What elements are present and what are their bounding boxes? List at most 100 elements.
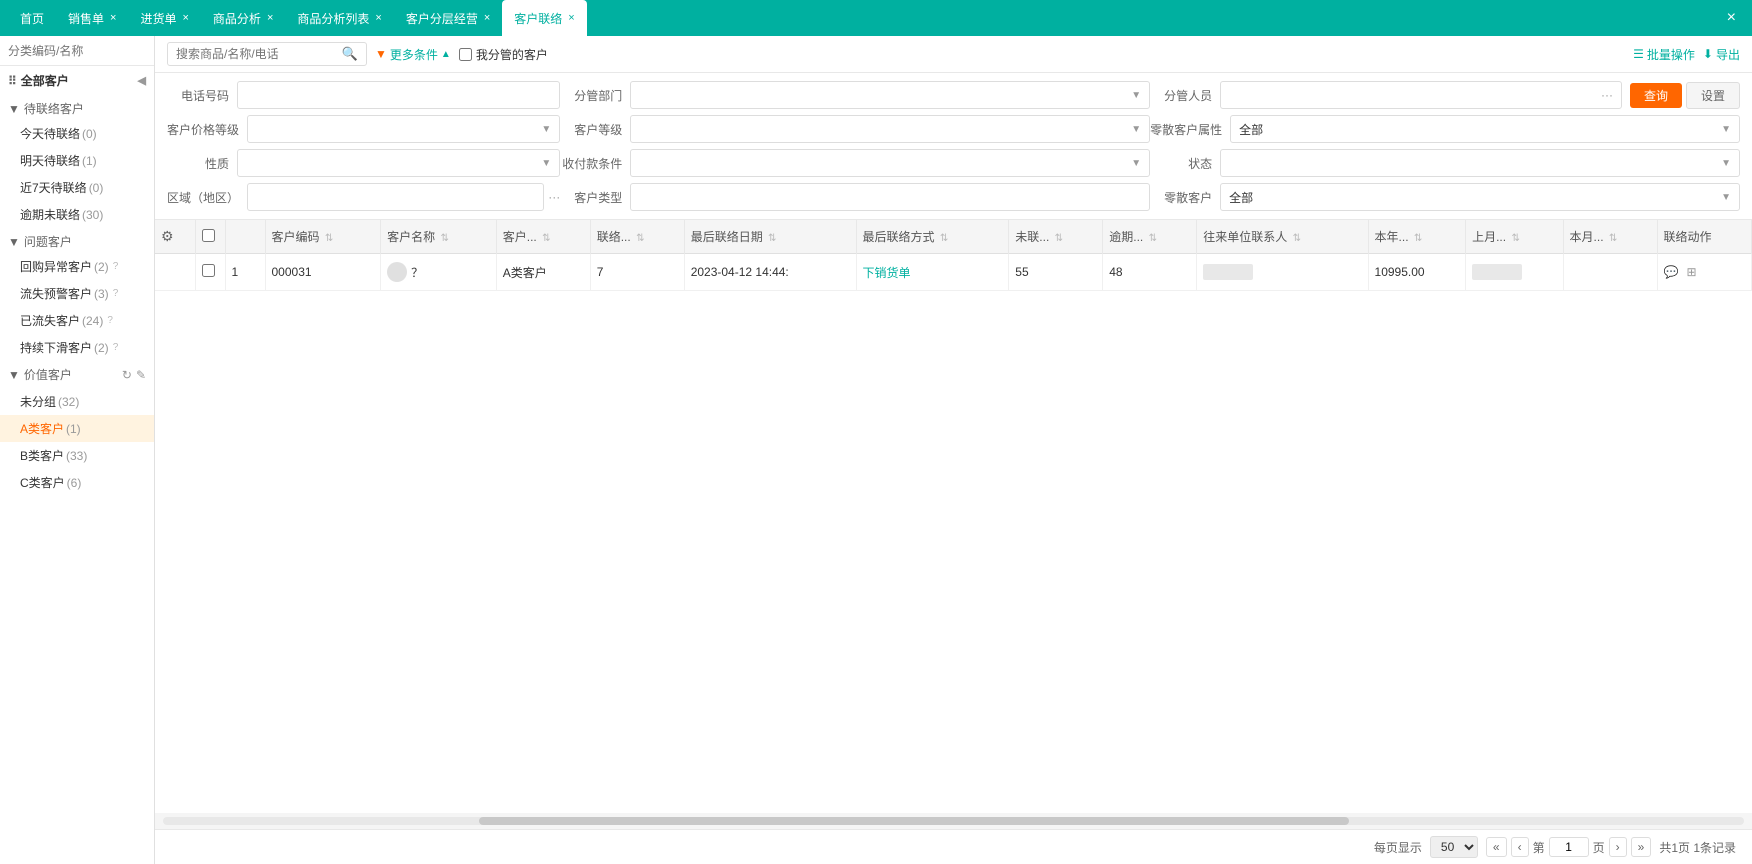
- sidebar-item-churn-warning[interactable]: 流失预警客户 (3) ?: [0, 280, 154, 307]
- settings-button[interactable]: 设置: [1686, 82, 1740, 109]
- refresh-icon[interactable]: ↻: [122, 368, 132, 382]
- nav-home[interactable]: 首页: [8, 0, 56, 36]
- batch-operation-button[interactable]: ☰ 批量操作: [1633, 46, 1695, 63]
- customer-table: ⚙ 客户编码 ⇅ 客户名称 ⇅: [155, 220, 1752, 291]
- sort-icon-name[interactable]: ⇅: [440, 233, 448, 244]
- sort-icon-type[interactable]: ⇅: [542, 233, 550, 244]
- region-more-icon[interactable]: ···: [548, 190, 560, 204]
- close-customer-contact-tab[interactable]: ×: [568, 12, 574, 24]
- customer-table-wrap: ⚙ 客户编码 ⇅ 客户名称 ⇅: [155, 220, 1752, 813]
- page-size-select[interactable]: 50: [1430, 836, 1478, 858]
- sort-icon-overdue[interactable]: ⇅: [1149, 233, 1157, 244]
- more-action-icon[interactable]: ⊞: [1686, 265, 1696, 279]
- retail-attr-select[interactable]: 全部 ▼: [1230, 115, 1740, 143]
- dept-dropdown-arrow: ▼: [1131, 90, 1141, 101]
- scroll-thumb[interactable]: [479, 817, 1349, 825]
- sidebar-item-unsorted[interactable]: 未分组 (32): [0, 388, 154, 415]
- sort-icon-code[interactable]: ⇅: [325, 233, 333, 244]
- contact-action-icon[interactable]: 💬: [1664, 265, 1679, 279]
- table-gear-icon[interactable]: ⚙: [161, 228, 174, 244]
- td-settings: [155, 254, 195, 291]
- td-code: 000031: [265, 254, 381, 291]
- close-product-analysis-tab[interactable]: ×: [267, 12, 273, 24]
- customer-type-input[interactable]: [630, 183, 1150, 211]
- page-number-input[interactable]: [1549, 837, 1589, 857]
- phone-input[interactable]: [237, 81, 560, 109]
- sort-icon-this-month[interactable]: ⇅: [1609, 233, 1617, 244]
- filter-search-icon[interactable]: 🔍: [342, 46, 358, 62]
- sidebar-item-churned[interactable]: 已流失客户 (24) ?: [0, 307, 154, 334]
- nav-tab-purchase[interactable]: 进货单 ×: [128, 0, 200, 36]
- sort-icon-contact-person[interactable]: ⇅: [1293, 233, 1301, 244]
- sidebar-item-b-class[interactable]: B类客户 (33): [0, 442, 154, 469]
- sort-icon-contact[interactable]: ⇅: [636, 233, 644, 244]
- sidebar-item-a-class[interactable]: A类客户 (1): [0, 415, 154, 442]
- sidebar-item-today-contact[interactable]: 今天待联络 (0): [0, 120, 154, 147]
- my-customers-filter[interactable]: 我分管的客户: [459, 46, 548, 63]
- sidebar-item-overdue-contact[interactable]: 逾期未联络 (30): [0, 201, 154, 228]
- sort-icon-last-date[interactable]: ⇅: [768, 233, 776, 244]
- sidebar-item-repurchase-anomaly[interactable]: 回购异常客户 (2) ?: [0, 253, 154, 280]
- dept-select[interactable]: ▼: [630, 81, 1150, 109]
- status-select[interactable]: ▼: [1220, 149, 1740, 177]
- nav-tab-product-analysis-list[interactable]: 商品分析列表 ×: [285, 0, 393, 36]
- filter-more-button[interactable]: ▼ 更多条件 ▲: [375, 46, 451, 63]
- customer-level-arrow: ▼: [1131, 124, 1141, 135]
- td-action: 💬 ⊞: [1657, 254, 1752, 291]
- filter-cell-retail-attr: 零散客户属性 全部 ▼: [1150, 115, 1740, 143]
- filter-row-2: 客户价格等级 ▼ 客户等级 ▼ 零散客户属性 全部: [167, 115, 1740, 143]
- retail-attr-label: 零散客户属性: [1150, 121, 1230, 138]
- sidebar-item-7days-contact[interactable]: 近7天待联络 (0): [0, 174, 154, 201]
- last-method-link[interactable]: 下销货单: [863, 266, 911, 280]
- select-all-checkbox[interactable]: [202, 229, 215, 242]
- manager-select[interactable]: ···: [1220, 81, 1622, 109]
- triangle-icon: ▼: [8, 102, 20, 116]
- row-checkbox[interactable]: [202, 264, 215, 277]
- sidebar-item-tomorrow-contact[interactable]: 明天待联络 (1): [0, 147, 154, 174]
- nav-tab-customer-layer[interactable]: 客户分层经营 ×: [394, 0, 502, 36]
- retail-customer-select[interactable]: 全部 ▼: [1220, 183, 1740, 211]
- horizontal-scrollbar: [155, 813, 1752, 829]
- nav-tab-product-analysis[interactable]: 商品分析 ×: [201, 0, 285, 36]
- th-this-month: 本月... ⇅: [1563, 220, 1657, 254]
- sidebar-item-declining[interactable]: 持续下滑客户 (2) ?: [0, 334, 154, 361]
- last-page-button[interactable]: »: [1631, 837, 1652, 857]
- customer-type-label: 客户类型: [560, 189, 630, 206]
- sidebar-item-c-class[interactable]: C类客户 (6): [0, 469, 154, 496]
- my-customers-checkbox[interactable]: [459, 48, 472, 61]
- region-input[interactable]: [247, 183, 544, 211]
- payment-label: 收付款条件: [560, 155, 630, 172]
- close-customer-layer-tab[interactable]: ×: [484, 12, 490, 24]
- next-page-button[interactable]: ›: [1609, 837, 1627, 857]
- nav-tab-sales[interactable]: 销售单 ×: [56, 0, 128, 36]
- action-icons: 💬 ⊞: [1664, 265, 1746, 279]
- edit-icon[interactable]: ✎: [136, 368, 146, 382]
- price-level-select[interactable]: ▼: [247, 115, 560, 143]
- retail-customer-label: 零散客户: [1150, 189, 1220, 206]
- close-purchase-tab[interactable]: ×: [182, 12, 188, 24]
- nav-tab-customer-contact[interactable]: 客户联络 ×: [502, 0, 586, 36]
- sidebar-search-input[interactable]: [8, 44, 155, 58]
- manager-more-icon[interactable]: ···: [1601, 88, 1613, 102]
- customer-level-select[interactable]: ▼: [630, 115, 1150, 143]
- sidebar-all-customers[interactable]: ⠿ 全部客户 ◀: [0, 66, 154, 95]
- close-product-analysis-list-tab[interactable]: ×: [375, 12, 381, 24]
- export-button[interactable]: ⬇ 导出: [1703, 46, 1740, 63]
- sort-icon-last-month[interactable]: ⇅: [1511, 233, 1519, 244]
- nature-select[interactable]: ▼: [237, 149, 560, 177]
- sort-icon-this-year[interactable]: ⇅: [1414, 233, 1422, 244]
- region-label: 区域（地区）: [167, 189, 247, 206]
- filter-bar: 🔍 ▼ 更多条件 ▲ 我分管的客户 ☰ 批量操作 ⬇ 导出: [155, 36, 1752, 73]
- close-sales-tab[interactable]: ×: [110, 12, 116, 24]
- sort-icon-last-method[interactable]: ⇅: [940, 233, 948, 244]
- query-button[interactable]: 查询: [1630, 83, 1682, 108]
- filter-search-input[interactable]: [176, 47, 342, 61]
- prev-page-button[interactable]: ‹: [1511, 837, 1529, 857]
- th-name: 客户名称 ⇅: [381, 220, 497, 254]
- window-close-button[interactable]: ×: [1719, 9, 1744, 27]
- sort-icon-uncontacted[interactable]: ⇅: [1055, 233, 1063, 244]
- triangle-icon-2: ▼: [8, 235, 20, 249]
- sidebar-pending-group: ▼ 待联络客户: [0, 95, 154, 120]
- first-page-button[interactable]: «: [1486, 837, 1507, 857]
- payment-select[interactable]: ▼: [630, 149, 1150, 177]
